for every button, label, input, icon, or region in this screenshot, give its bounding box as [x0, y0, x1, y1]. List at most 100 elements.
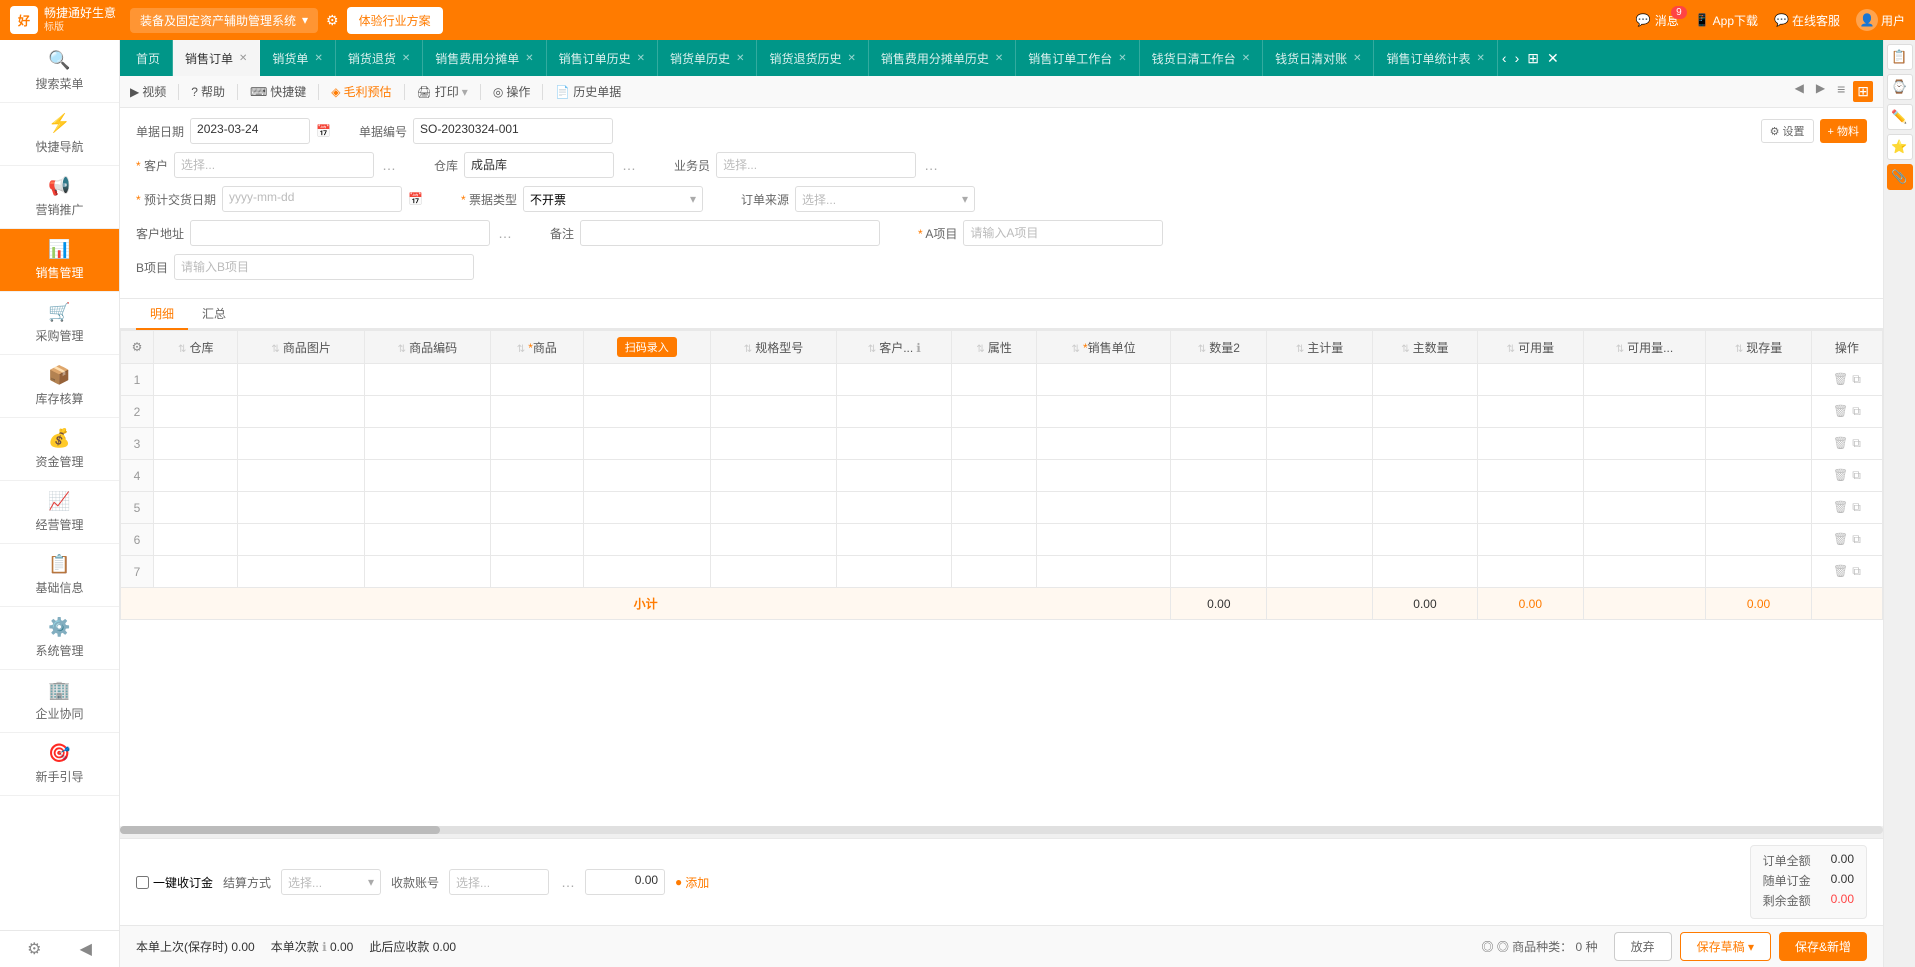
table-row[interactable]: 6🗑⧉: [121, 524, 1883, 556]
user-area[interactable]: 👤 用户: [1856, 9, 1905, 31]
scan-btn[interactable]: 扫码录入: [617, 337, 677, 357]
scroll-thumb[interactable]: [120, 826, 440, 834]
rp-icon-edit[interactable]: ✏️: [1887, 104, 1913, 130]
table-row[interactable]: 2🗑⧉: [121, 396, 1883, 428]
delivery-calendar-icon[interactable]: 📅: [408, 192, 423, 206]
warehouse-dots[interactable]: …: [622, 157, 636, 173]
row-delete-icon[interactable]: 🗑: [1833, 468, 1848, 482]
tab-expense-history-close[interactable]: ✕: [995, 53, 1003, 64]
settings-btn[interactable]: ⚙ 设置: [1761, 119, 1814, 143]
tab-expense-history[interactable]: 销售费用分摊单历史 ✕: [869, 40, 1016, 76]
row-delete-icon[interactable]: 🗑: [1833, 436, 1848, 450]
cell-15[interactable]: 🗑⧉: [1811, 460, 1882, 492]
calendar-icon[interactable]: 📅: [316, 124, 331, 138]
sidebar-item-finance[interactable]: 💰 资金管理: [0, 418, 119, 481]
add-btn[interactable]: ● 添加: [675, 874, 709, 891]
detail-tab-0[interactable]: 明细: [136, 299, 188, 330]
sidebar-item-guide[interactable]: 🎯 新手引导: [0, 733, 119, 796]
account-dots[interactable]: …: [561, 874, 575, 890]
order-source-select[interactable]: 选择... ▾: [795, 186, 975, 212]
sort-attr[interactable]: ⇅: [976, 344, 984, 355]
material-btn[interactable]: + 物料: [1820, 119, 1867, 143]
tab-cash-workbench[interactable]: 钱货日清工作台 ✕: [1140, 40, 1263, 76]
sort-current-qty[interactable]: ⇅: [1735, 344, 1743, 355]
row-copy-icon[interactable]: ⧉: [1852, 372, 1861, 386]
tab-sales-order[interactable]: 销售订单 ✕: [173, 40, 260, 76]
rp-icon-clock[interactable]: ⌚: [1887, 74, 1913, 100]
staff-input[interactable]: 选择...: [716, 152, 916, 178]
tab-return-close[interactable]: ✕: [402, 53, 410, 64]
rp-icon-attach[interactable]: 📎: [1887, 164, 1913, 190]
amount-input[interactable]: 0.00: [585, 869, 665, 895]
tab-stats[interactable]: 销售订单统计表 ✕: [1374, 40, 1497, 76]
cell-15[interactable]: 🗑⧉: [1811, 492, 1882, 524]
tab-sale-history-close[interactable]: ✕: [736, 53, 744, 64]
online-support[interactable]: 💬 在线客服: [1774, 12, 1840, 29]
tab-cash-reconcile[interactable]: 钱货日清对账 ✕: [1263, 40, 1374, 76]
tab-return[interactable]: 销货退货 ✕: [336, 40, 423, 76]
toolbar-profit-btn[interactable]: ◈ 毛利预估: [331, 83, 391, 100]
delivery-input[interactable]: yyyy-mm-dd: [222, 186, 402, 212]
tab-next-btn[interactable]: ›: [1511, 50, 1524, 66]
toolbar-operate-btn[interactable]: ◎ 操作: [493, 83, 531, 100]
sort-image[interactable]: ⇅: [271, 344, 279, 355]
warehouse-input[interactable]: 成品库: [464, 152, 614, 178]
tab-stats-close[interactable]: ✕: [1477, 53, 1485, 64]
save-draft-btn[interactable]: 保存草稿 ▾: [1680, 932, 1771, 961]
row-delete-icon[interactable]: 🗑: [1833, 532, 1848, 546]
rp-icon-clipboard[interactable]: 📋: [1887, 44, 1913, 70]
toolbar-view-btn[interactable]: ▶ 视频: [130, 83, 166, 100]
customer-dots[interactable]: …: [382, 157, 396, 173]
tab-close-all-btn[interactable]: ✕: [1543, 50, 1563, 67]
table-row[interactable]: 1🗑⧉: [121, 364, 1883, 396]
number-input[interactable]: SO-20230324-001: [413, 118, 613, 144]
sidebar-settings-icon[interactable]: ⚙: [27, 939, 41, 959]
toolbar-shortcut-btn[interactable]: ⌨ 快捷键: [250, 83, 306, 100]
tab-prev-btn[interactable]: ‹: [1498, 50, 1511, 66]
address-input[interactable]: [190, 220, 490, 246]
sidebar-item-inventory[interactable]: 📦 库存核算: [0, 355, 119, 418]
toolbar-history-btn[interactable]: 📄 历史单据: [555, 83, 621, 100]
sidebar-collapse-icon[interactable]: ◀: [80, 939, 92, 959]
one-click-checkbox[interactable]: [136, 876, 149, 889]
cell-15[interactable]: 🗑⧉: [1811, 364, 1882, 396]
table-row[interactable]: 4🗑⧉: [121, 460, 1883, 492]
payment-method-select[interactable]: 选择... ▾: [281, 869, 381, 895]
row-copy-icon[interactable]: ⧉: [1852, 564, 1861, 578]
row-delete-icon[interactable]: 🗑: [1833, 372, 1848, 386]
table-row[interactable]: 3🗑⧉: [121, 428, 1883, 460]
row-copy-icon[interactable]: ⧉: [1852, 532, 1861, 546]
sort-product[interactable]: ⇅: [517, 344, 525, 355]
gear-settings-icon[interactable]: ⚙: [326, 12, 339, 29]
sort-available[interactable]: ⇅: [1507, 344, 1515, 355]
tab-order-history-close[interactable]: ✕: [637, 53, 645, 64]
remarks-input[interactable]: [580, 220, 880, 246]
cell-15[interactable]: 🗑⧉: [1811, 556, 1882, 588]
industry-btn[interactable]: 体验行业方案: [347, 7, 443, 34]
tab-return-history-close[interactable]: ✕: [847, 53, 855, 64]
tab-cash-workbench-close[interactable]: ✕: [1242, 53, 1250, 64]
sort-code[interactable]: ⇅: [398, 344, 406, 355]
notification-area[interactable]: 💬 消息 9: [1636, 12, 1679, 29]
sort-customer-code[interactable]: ⇅: [868, 344, 876, 355]
sort-spec[interactable]: ⇅: [744, 344, 752, 355]
row-delete-icon[interactable]: 🗑: [1833, 404, 1848, 418]
tab-order-workbench[interactable]: 销售订单工作台 ✕: [1016, 40, 1139, 76]
row-copy-icon[interactable]: ⧉: [1852, 404, 1861, 418]
tab-expense[interactable]: 销售费用分摊单 ✕: [423, 40, 546, 76]
sidebar-item-sales[interactable]: 📊 销售管理: [0, 229, 119, 292]
save-new-btn[interactable]: 保存&新增: [1779, 932, 1867, 961]
sidebar-item-quicknav[interactable]: ⚡ 快捷导航: [0, 103, 119, 166]
tab-sale[interactable]: 销货单 ✕: [260, 40, 335, 76]
th-settings[interactable]: ⚙: [121, 331, 154, 364]
sort-warehouse[interactable]: ⇅: [178, 344, 186, 355]
tab-sale-close[interactable]: ✕: [314, 53, 322, 64]
sidebar-item-operations[interactable]: 📈 经营管理: [0, 481, 119, 544]
sort-main-unit[interactable]: ⇅: [1296, 344, 1304, 355]
a-project-input[interactable]: 请输入A项目: [963, 220, 1163, 246]
row-copy-icon[interactable]: ⧉: [1852, 436, 1861, 450]
sort-main-qty[interactable]: ⇅: [1401, 344, 1409, 355]
tab-expense-close[interactable]: ✕: [525, 53, 533, 64]
toolbar-grid-view[interactable]: ⊞: [1853, 81, 1873, 102]
b-project-input[interactable]: 请输入B项目: [174, 254, 474, 280]
